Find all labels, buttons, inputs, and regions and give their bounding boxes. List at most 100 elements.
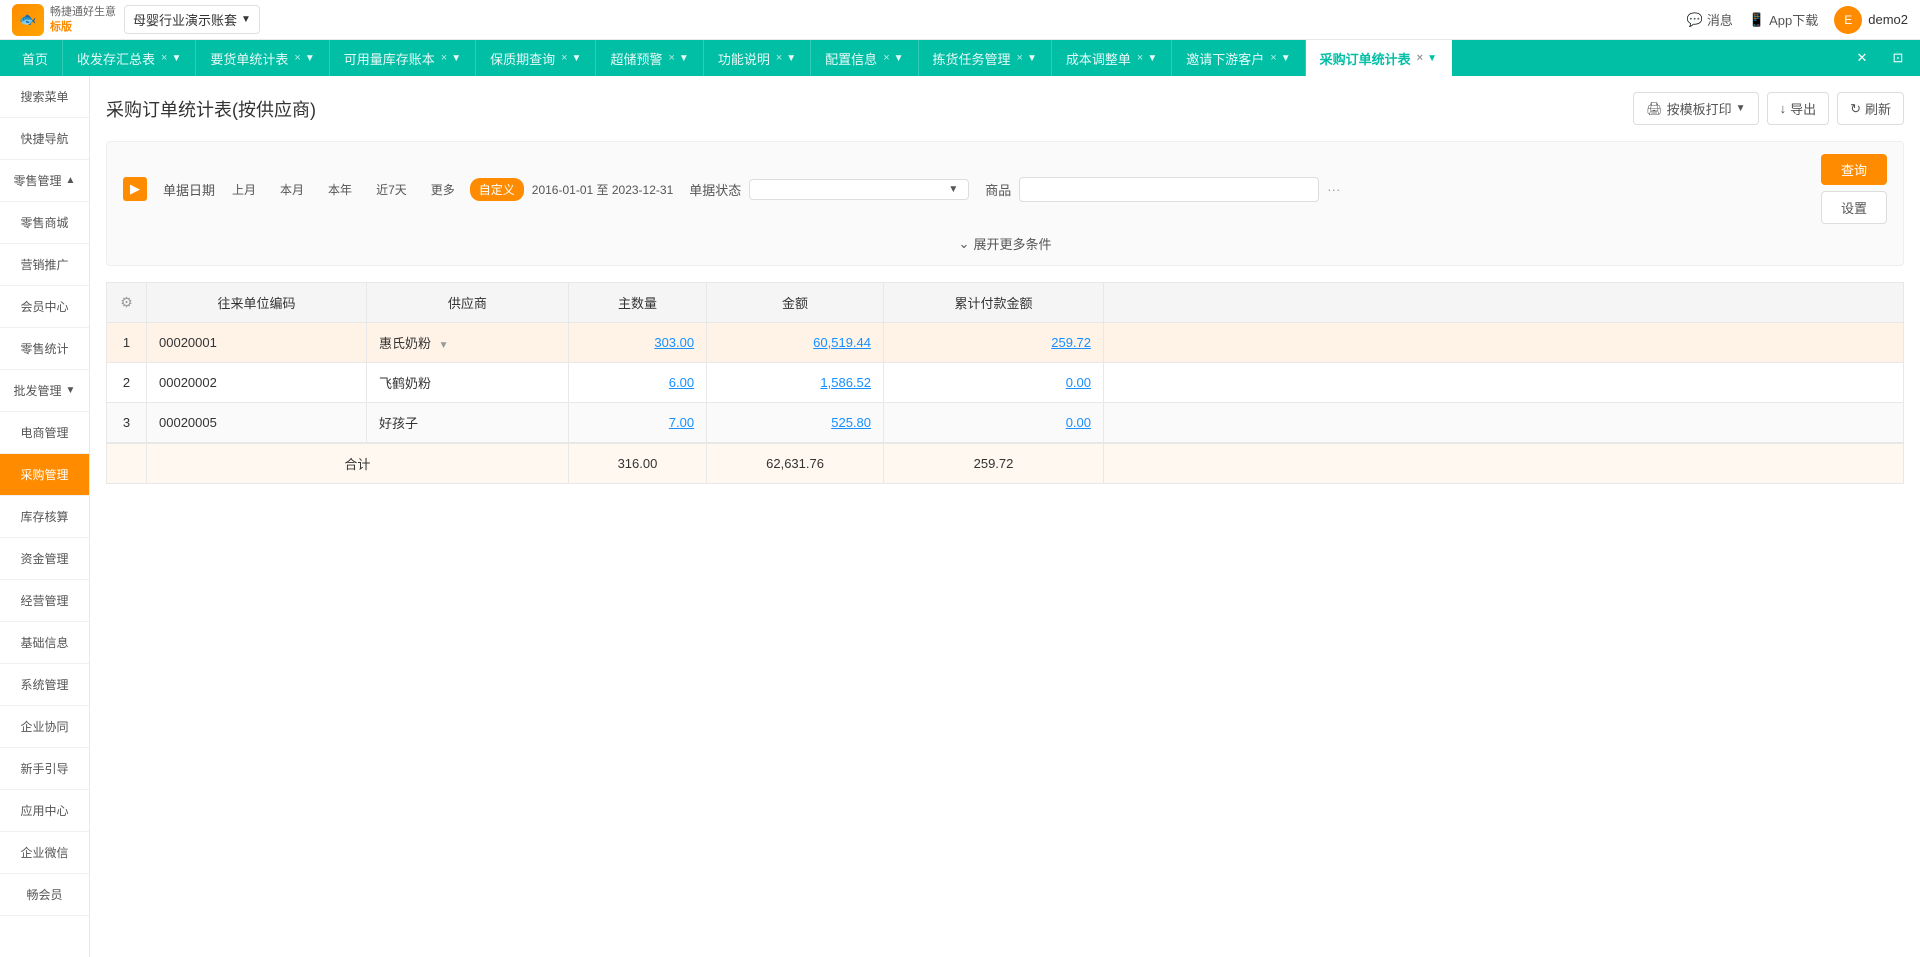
tab-overstock-warning[interactable]: 超储预警 × ▼ <box>596 40 703 76</box>
expand-more-btn[interactable]: ⌄ 展开更多条件 <box>959 234 1052 253</box>
close-tab-config-info[interactable]: × <box>883 52 889 64</box>
close-tab-stock-ledger[interactable]: × <box>441 52 447 64</box>
row-paid-2[interactable]: 0.00 <box>884 363 1104 403</box>
tab-purchase-summary[interactable]: 采购订单统计表 × ▼ <box>1306 40 1452 76</box>
user-area[interactable]: E demo2 <box>1834 6 1908 34</box>
top-bar-left: 🐟 畅捷通好生意 标版 母婴行业演示账套 ▼ <box>12 4 260 36</box>
filter-action-buttons: 查询 设置 <box>1821 154 1887 224</box>
tab-order-summary[interactable]: 要货单统计表 × ▼ <box>196 40 329 76</box>
nav-tabs: 首页 收发存汇总表 × ▼ 要货单统计表 × ▼ 可用量库存账本 × ▼ 保质期… <box>0 40 1920 76</box>
filter-more-dots[interactable]: ··· <box>1327 182 1340 197</box>
sidebar-item-ecommerce-mgmt[interactable]: 电商管理 <box>0 412 89 454</box>
row-amount-3[interactable]: 525.80 <box>707 403 884 444</box>
btn-export[interactable]: ↓ 导出 <box>1767 92 1830 125</box>
nav-close-btn[interactable]: ✕ <box>1848 44 1876 72</box>
row-num-2: 2 <box>107 363 147 403</box>
avatar: E <box>1834 6 1862 34</box>
sidebar-item-retail-mgmt[interactable]: 零售管理 ▲ <box>0 160 89 202</box>
chevron-down-icon: ▼ <box>241 14 251 25</box>
phone-icon: 📱 <box>1749 12 1765 28</box>
app-download-action[interactable]: 📱 App下载 <box>1749 10 1818 29</box>
filter-status-select[interactable]: ▼ <box>749 179 969 200</box>
table-row: 2 00020002 飞鹤奶粉 6.00 1,586.52 0.00 <box>107 363 1904 403</box>
shortcut-custom[interactable]: 自定义 <box>470 178 524 201</box>
close-tab-function-desc[interactable]: × <box>776 52 782 64</box>
sidebar-item-app-center[interactable]: 应用中心 <box>0 790 89 832</box>
chevron-down-icon-row[interactable]: ▼ <box>439 340 449 351</box>
close-tab-overstock-warning[interactable]: × <box>668 52 674 64</box>
close-tab-cost-adjust[interactable]: × <box>1137 52 1143 64</box>
sidebar-item-member-center[interactable]: 会员中心 <box>0 286 89 328</box>
logo-icon: 🐟 <box>12 4 44 36</box>
row-paid-3[interactable]: 0.00 <box>884 403 1104 444</box>
logo-text: 畅捷通好生意 标版 <box>50 5 116 34</box>
sidebar-item-retail-store[interactable]: 零售商城 <box>0 202 89 244</box>
sidebar-item-retail-stats[interactable]: 零售统计 <box>0 328 89 370</box>
close-tab-invite-downstream[interactable]: × <box>1270 52 1276 64</box>
tab-config-info[interactable]: 配置信息 × ▼ <box>811 40 918 76</box>
close-tab-purchase-summary[interactable]: × <box>1417 52 1423 64</box>
shortcut-this-year[interactable]: 本年 <box>319 178 361 201</box>
tab-receive-summary[interactable]: 收发存汇总表 × ▼ <box>63 40 196 76</box>
row-quantity-1[interactable]: 303.00 <box>568 323 706 363</box>
dropdown-icon5: ▼ <box>679 53 689 64</box>
btn-settings[interactable]: 设置 <box>1821 191 1887 224</box>
footer-paid: 259.72 <box>884 443 1104 484</box>
sidebar-item-operations-mgmt[interactable]: 经营管理 <box>0 580 89 622</box>
close-tab-picking-task[interactable]: × <box>1017 52 1023 64</box>
sidebar-item-search[interactable]: 搜索菜单 <box>0 76 89 118</box>
row-paid-1[interactable]: 259.72 <box>884 323 1104 363</box>
filter-goods-input[interactable] <box>1019 177 1319 202</box>
sidebar-item-enterprise-collab[interactable]: 企业协同 <box>0 706 89 748</box>
btn-template-print[interactable]: 🖨 按模板打印 ▼ <box>1633 92 1758 125</box>
tab-expiry-query[interactable]: 保质期查询 × ▼ <box>476 40 596 76</box>
footer-row: 合计 316.00 62,631.76 259.72 <box>107 443 1904 484</box>
message-icon: 💬 <box>1687 12 1703 28</box>
gear-icon[interactable]: ⚙ <box>120 294 133 310</box>
row-amount-1[interactable]: 60,519.44 <box>707 323 884 363</box>
btn-query[interactable]: 查询 <box>1821 154 1887 185</box>
row-quantity-2[interactable]: 6.00 <box>568 363 706 403</box>
sidebar-item-system-mgmt[interactable]: 系统管理 <box>0 664 89 706</box>
close-tab-order-summary[interactable]: × <box>294 52 300 64</box>
sidebar-item-new-guide[interactable]: 新手引导 <box>0 748 89 790</box>
footer-label: 合计 <box>147 443 569 484</box>
refresh-icon: ↻ <box>1850 101 1861 117</box>
row-supplier-2: 飞鹤奶粉 <box>366 363 568 403</box>
sidebar-item-enterprise-wechat[interactable]: 企业微信 <box>0 832 89 874</box>
shortcut-this-month[interactable]: 本月 <box>271 178 313 201</box>
sidebar-item-quick-nav[interactable]: 快捷导航 <box>0 118 89 160</box>
btn-refresh[interactable]: ↻ 刷新 <box>1837 92 1904 125</box>
dropdown-icon8: ▼ <box>1027 53 1037 64</box>
shortcut-more[interactable]: 更多 <box>422 178 464 201</box>
sidebar-item-marketing[interactable]: 营销推广 <box>0 244 89 286</box>
filter-goods-group: 商品 ··· <box>985 177 1340 202</box>
row-num-1: 1 <box>107 323 147 363</box>
row-quantity-3[interactable]: 7.00 <box>568 403 706 444</box>
close-tab-receive-summary[interactable]: × <box>161 52 167 64</box>
tab-stock-ledger[interactable]: 可用量库存账本 × ▼ <box>330 40 476 76</box>
row-code-3: 00020005 <box>147 403 367 444</box>
sidebar-item-purchase-mgmt[interactable]: 采购管理 <box>0 454 89 496</box>
tab-invite-downstream[interactable]: 邀请下游客户 × ▼ <box>1172 40 1305 76</box>
message-action[interactable]: 💬 消息 <box>1687 10 1733 29</box>
close-tab-expiry-query[interactable]: × <box>561 52 567 64</box>
shortcut-last-7days[interactable]: 近7天 <box>367 178 416 201</box>
row-extra-1 <box>1104 323 1904 363</box>
sidebar-item-finance-mgmt[interactable]: 资金管理 <box>0 538 89 580</box>
tab-function-desc[interactable]: 功能说明 × ▼ <box>704 40 811 76</box>
workspace-selector[interactable]: 母婴行业演示账套 ▼ <box>124 5 260 34</box>
sidebar-item-vip-member[interactable]: 畅会员 <box>0 874 89 916</box>
row-amount-2[interactable]: 1,586.52 <box>707 363 884 403</box>
sidebar-item-wholesale-mgmt[interactable]: 批发管理 ▼ <box>0 370 89 412</box>
tab-home[interactable]: 首页 <box>8 40 63 76</box>
sidebar-item-inventory-check[interactable]: 库存核算 <box>0 496 89 538</box>
dropdown-icon2: ▼ <box>305 53 315 64</box>
nav-maximize-btn[interactable]: ⊡ <box>1884 44 1912 72</box>
filter-toggle-btn[interactable]: ▶ <box>123 177 147 201</box>
dropdown-icon: ▼ <box>171 53 181 64</box>
tab-picking-task[interactable]: 拣货任务管理 × ▼ <box>919 40 1052 76</box>
sidebar-item-basic-info[interactable]: 基础信息 <box>0 622 89 664</box>
tab-cost-adjust[interactable]: 成本调整单 × ▼ <box>1052 40 1172 76</box>
shortcut-last-month[interactable]: 上月 <box>223 178 265 201</box>
